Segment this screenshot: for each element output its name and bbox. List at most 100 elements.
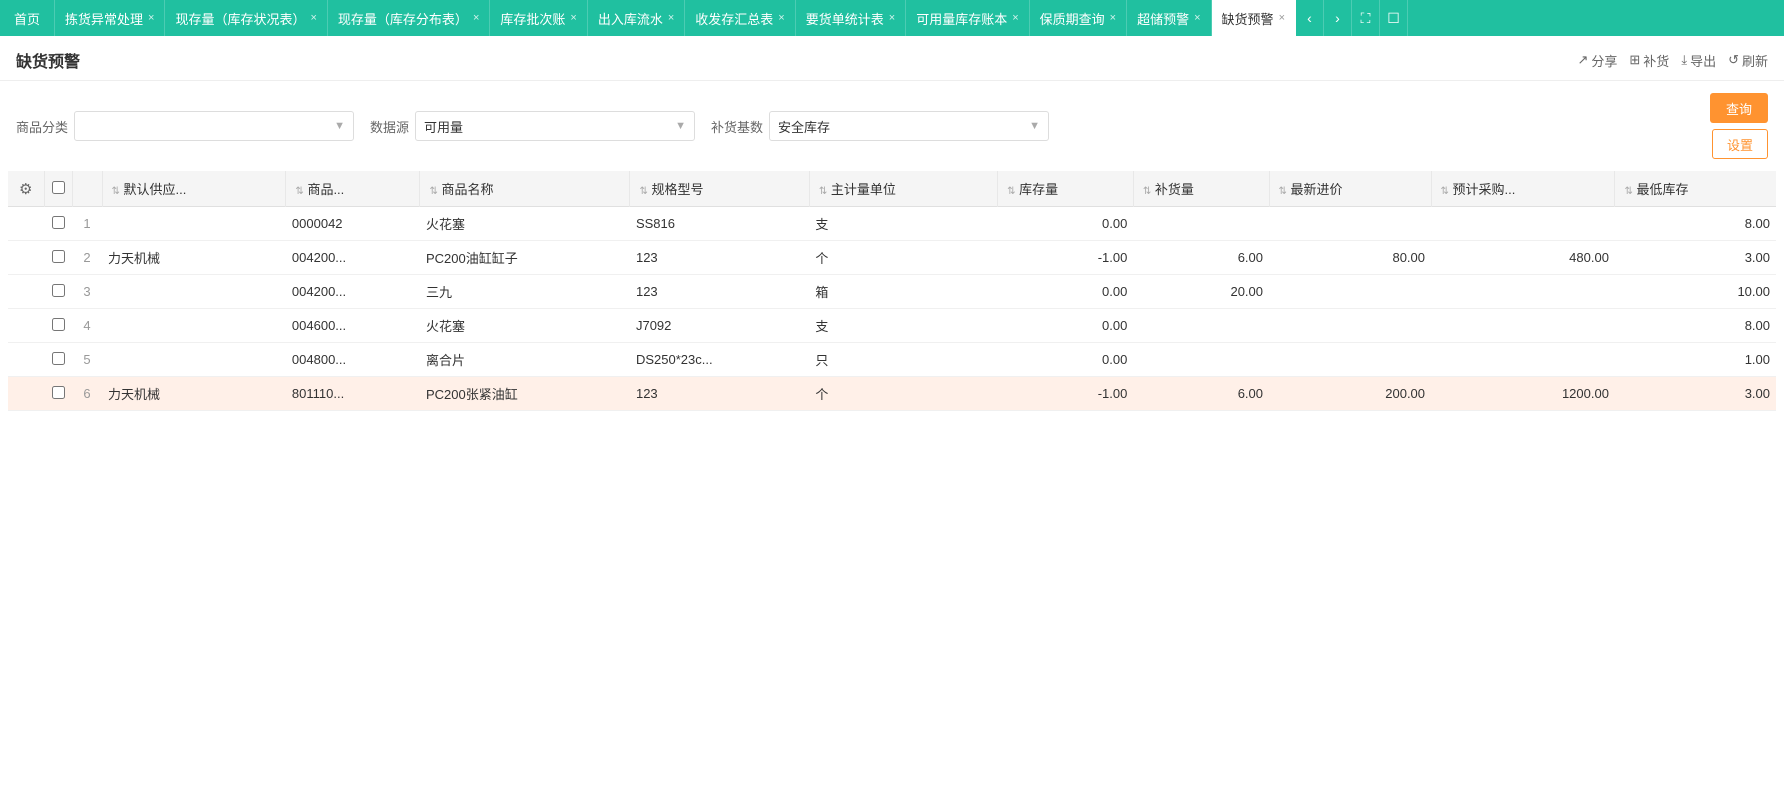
col-checkbox — [44, 171, 72, 207]
query-button[interactable]: 查询 — [1710, 93, 1768, 123]
row-number: 2 — [72, 241, 102, 275]
row-code: 0000042 — [286, 207, 420, 241]
row-latest-price: 200.00 — [1269, 377, 1431, 411]
tab-batch-account[interactable]: 库存批次账 × — [490, 0, 587, 36]
row-checkbox[interactable] — [52, 216, 65, 229]
sort-icon-code: ⇅ — [295, 186, 303, 197]
tab-home[interactable]: 首页 — [0, 0, 55, 36]
tab-batch-account-close[interactable]: × — [570, 12, 576, 24]
replenish-base-label: 补货基数 — [711, 117, 763, 136]
tab-overstock[interactable]: 超储预警 × — [1127, 0, 1211, 36]
tab-overstock-close[interactable]: × — [1194, 12, 1200, 24]
row-unit: 支 — [809, 309, 997, 343]
row-checkbox[interactable] — [52, 386, 65, 399]
row-supplier — [102, 309, 286, 343]
row-supplier: 力天机械 — [102, 377, 286, 411]
datasource-select[interactable]: 可用量 ▼ — [415, 111, 695, 141]
row-replenish: 6.00 — [1133, 241, 1269, 275]
tab-inventory-dist-close[interactable]: × — [473, 12, 479, 24]
table-row: 4 004600... 火花塞 J7092 支 0.00 8.00 — [8, 309, 1776, 343]
tab-expiry-query[interactable]: 保质期查询 × — [1030, 0, 1127, 36]
row-settings-cell — [8, 275, 44, 309]
row-est-purchase — [1431, 207, 1615, 241]
tab-bar: 首页 拣货异常处理 × 现存量（库存状况表） × 现存量（库存分布表） × 库存… — [0, 0, 1784, 36]
row-name: 三九 — [420, 275, 630, 309]
row-est-purchase — [1431, 275, 1615, 309]
tab-order-stat-close[interactable]: × — [889, 12, 895, 24]
tab-avail-ledger-close[interactable]: × — [1012, 12, 1018, 24]
tab-order-stat[interactable]: 要货单统计表 × — [796, 0, 906, 36]
row-spec: 123 — [630, 275, 809, 309]
tab-shortage[interactable]: 缺货预警 × — [1212, 0, 1296, 36]
replenish-button[interactable]: ⊞ 补货 — [1629, 51, 1669, 70]
chevron-down-icon: ▼ — [334, 120, 345, 132]
row-latest-price — [1269, 207, 1431, 241]
category-select[interactable]: ▼ — [74, 111, 354, 141]
refresh-button[interactable]: ↺ 刷新 — [1728, 51, 1768, 70]
sort-icon-spec: ⇅ — [639, 186, 647, 197]
col-latest-price: ⇅ 最新进价 — [1269, 171, 1431, 207]
row-name: PC200油缸缸子 — [420, 241, 630, 275]
tab-collection-close[interactable]: × — [778, 12, 784, 24]
row-checkbox[interactable] — [52, 284, 65, 297]
sort-icon-price: ⇅ — [1279, 186, 1287, 197]
replenish-base-select[interactable]: 安全库存 ▼ — [769, 111, 1049, 141]
col-code: ⇅ 商品... — [286, 171, 420, 207]
tab-abnormal-close[interactable]: × — [148, 12, 154, 24]
share-button[interactable]: ↗ 分享 — [1577, 51, 1617, 70]
tab-collection[interactable]: 收发存汇总表 × — [685, 0, 795, 36]
tab-expiry-query-close[interactable]: × — [1110, 12, 1116, 24]
col-spec: ⇅ 规格型号 — [630, 171, 809, 207]
row-settings-cell — [8, 241, 44, 275]
tab-nav-prev[interactable]: ‹ — [1296, 0, 1324, 36]
row-est-purchase: 480.00 — [1431, 241, 1615, 275]
row-settings-cell — [8, 377, 44, 411]
row-stock: 0.00 — [998, 275, 1134, 309]
table-row: 3 004200... 三九 123 箱 0.00 20.00 10.00 — [8, 275, 1776, 309]
datasource-label: 数据源 — [370, 117, 409, 136]
table-body: 1 0000042 火花塞 SS816 支 0.00 8.00 2 力天机械 0… — [8, 207, 1776, 411]
row-checkbox[interactable] — [52, 250, 65, 263]
row-min-stock: 3.00 — [1615, 377, 1776, 411]
row-min-stock: 8.00 — [1615, 207, 1776, 241]
row-checkbox[interactable] — [52, 318, 65, 331]
tab-inventory-status-close[interactable]: × — [310, 12, 316, 24]
row-checkbox[interactable] — [52, 352, 65, 365]
tab-shortage-close[interactable]: × — [1279, 12, 1285, 24]
row-spec: J7092 — [630, 309, 809, 343]
row-min-stock: 3.00 — [1615, 241, 1776, 275]
tab-inventory-status[interactable]: 现存量（库存状况表） × — [165, 0, 327, 36]
row-name: 火花塞 — [420, 309, 630, 343]
select-all-checkbox[interactable] — [52, 181, 65, 194]
sort-icon-unit: ⇅ — [819, 186, 827, 197]
tab-avail-ledger[interactable]: 可用量库存账本 × — [906, 0, 1029, 36]
row-min-stock: 1.00 — [1615, 343, 1776, 377]
row-replenish — [1133, 343, 1269, 377]
tab-nav-next[interactable]: › — [1324, 0, 1352, 36]
row-est-purchase — [1431, 343, 1615, 377]
tab-abnormal[interactable]: 拣货异常处理 × — [55, 0, 165, 36]
row-stock: 0.00 — [998, 207, 1134, 241]
page-title: 缺货预警 — [16, 48, 80, 72]
tab-nav-maximize[interactable]: ☐ — [1380, 0, 1408, 36]
tab-inventory-dist[interactable]: 现存量（库存分布表） × — [328, 0, 490, 36]
row-latest-price: 80.00 — [1269, 241, 1431, 275]
row-checkbox-cell — [44, 377, 72, 411]
tab-nav-restore[interactable]: ⛶ — [1352, 0, 1380, 36]
row-code: 801110... — [286, 377, 420, 411]
tab-inout-flow-close[interactable]: × — [668, 12, 674, 24]
row-checkbox-cell — [44, 343, 72, 377]
export-button[interactable]: ⤓ 导出 — [1681, 51, 1716, 70]
table-settings-icon[interactable]: ⚙ — [19, 181, 32, 198]
tab-inout-flow[interactable]: 出入库流水 × — [588, 0, 685, 36]
data-table: ⚙ ⇅ 默认供应... ⇅ 商品... ⇅ — [8, 171, 1776, 411]
table-row: 6 力天机械 801110... PC200张紧油缸 123 个 -1.00 6… — [8, 377, 1776, 411]
row-replenish: 20.00 — [1133, 275, 1269, 309]
row-name: PC200张紧油缸 — [420, 377, 630, 411]
row-unit: 支 — [809, 207, 997, 241]
refresh-icon: ↺ — [1728, 52, 1739, 68]
row-settings-cell — [8, 207, 44, 241]
row-latest-price — [1269, 343, 1431, 377]
row-replenish: 6.00 — [1133, 377, 1269, 411]
setting-button[interactable]: 设置 — [1712, 129, 1768, 159]
